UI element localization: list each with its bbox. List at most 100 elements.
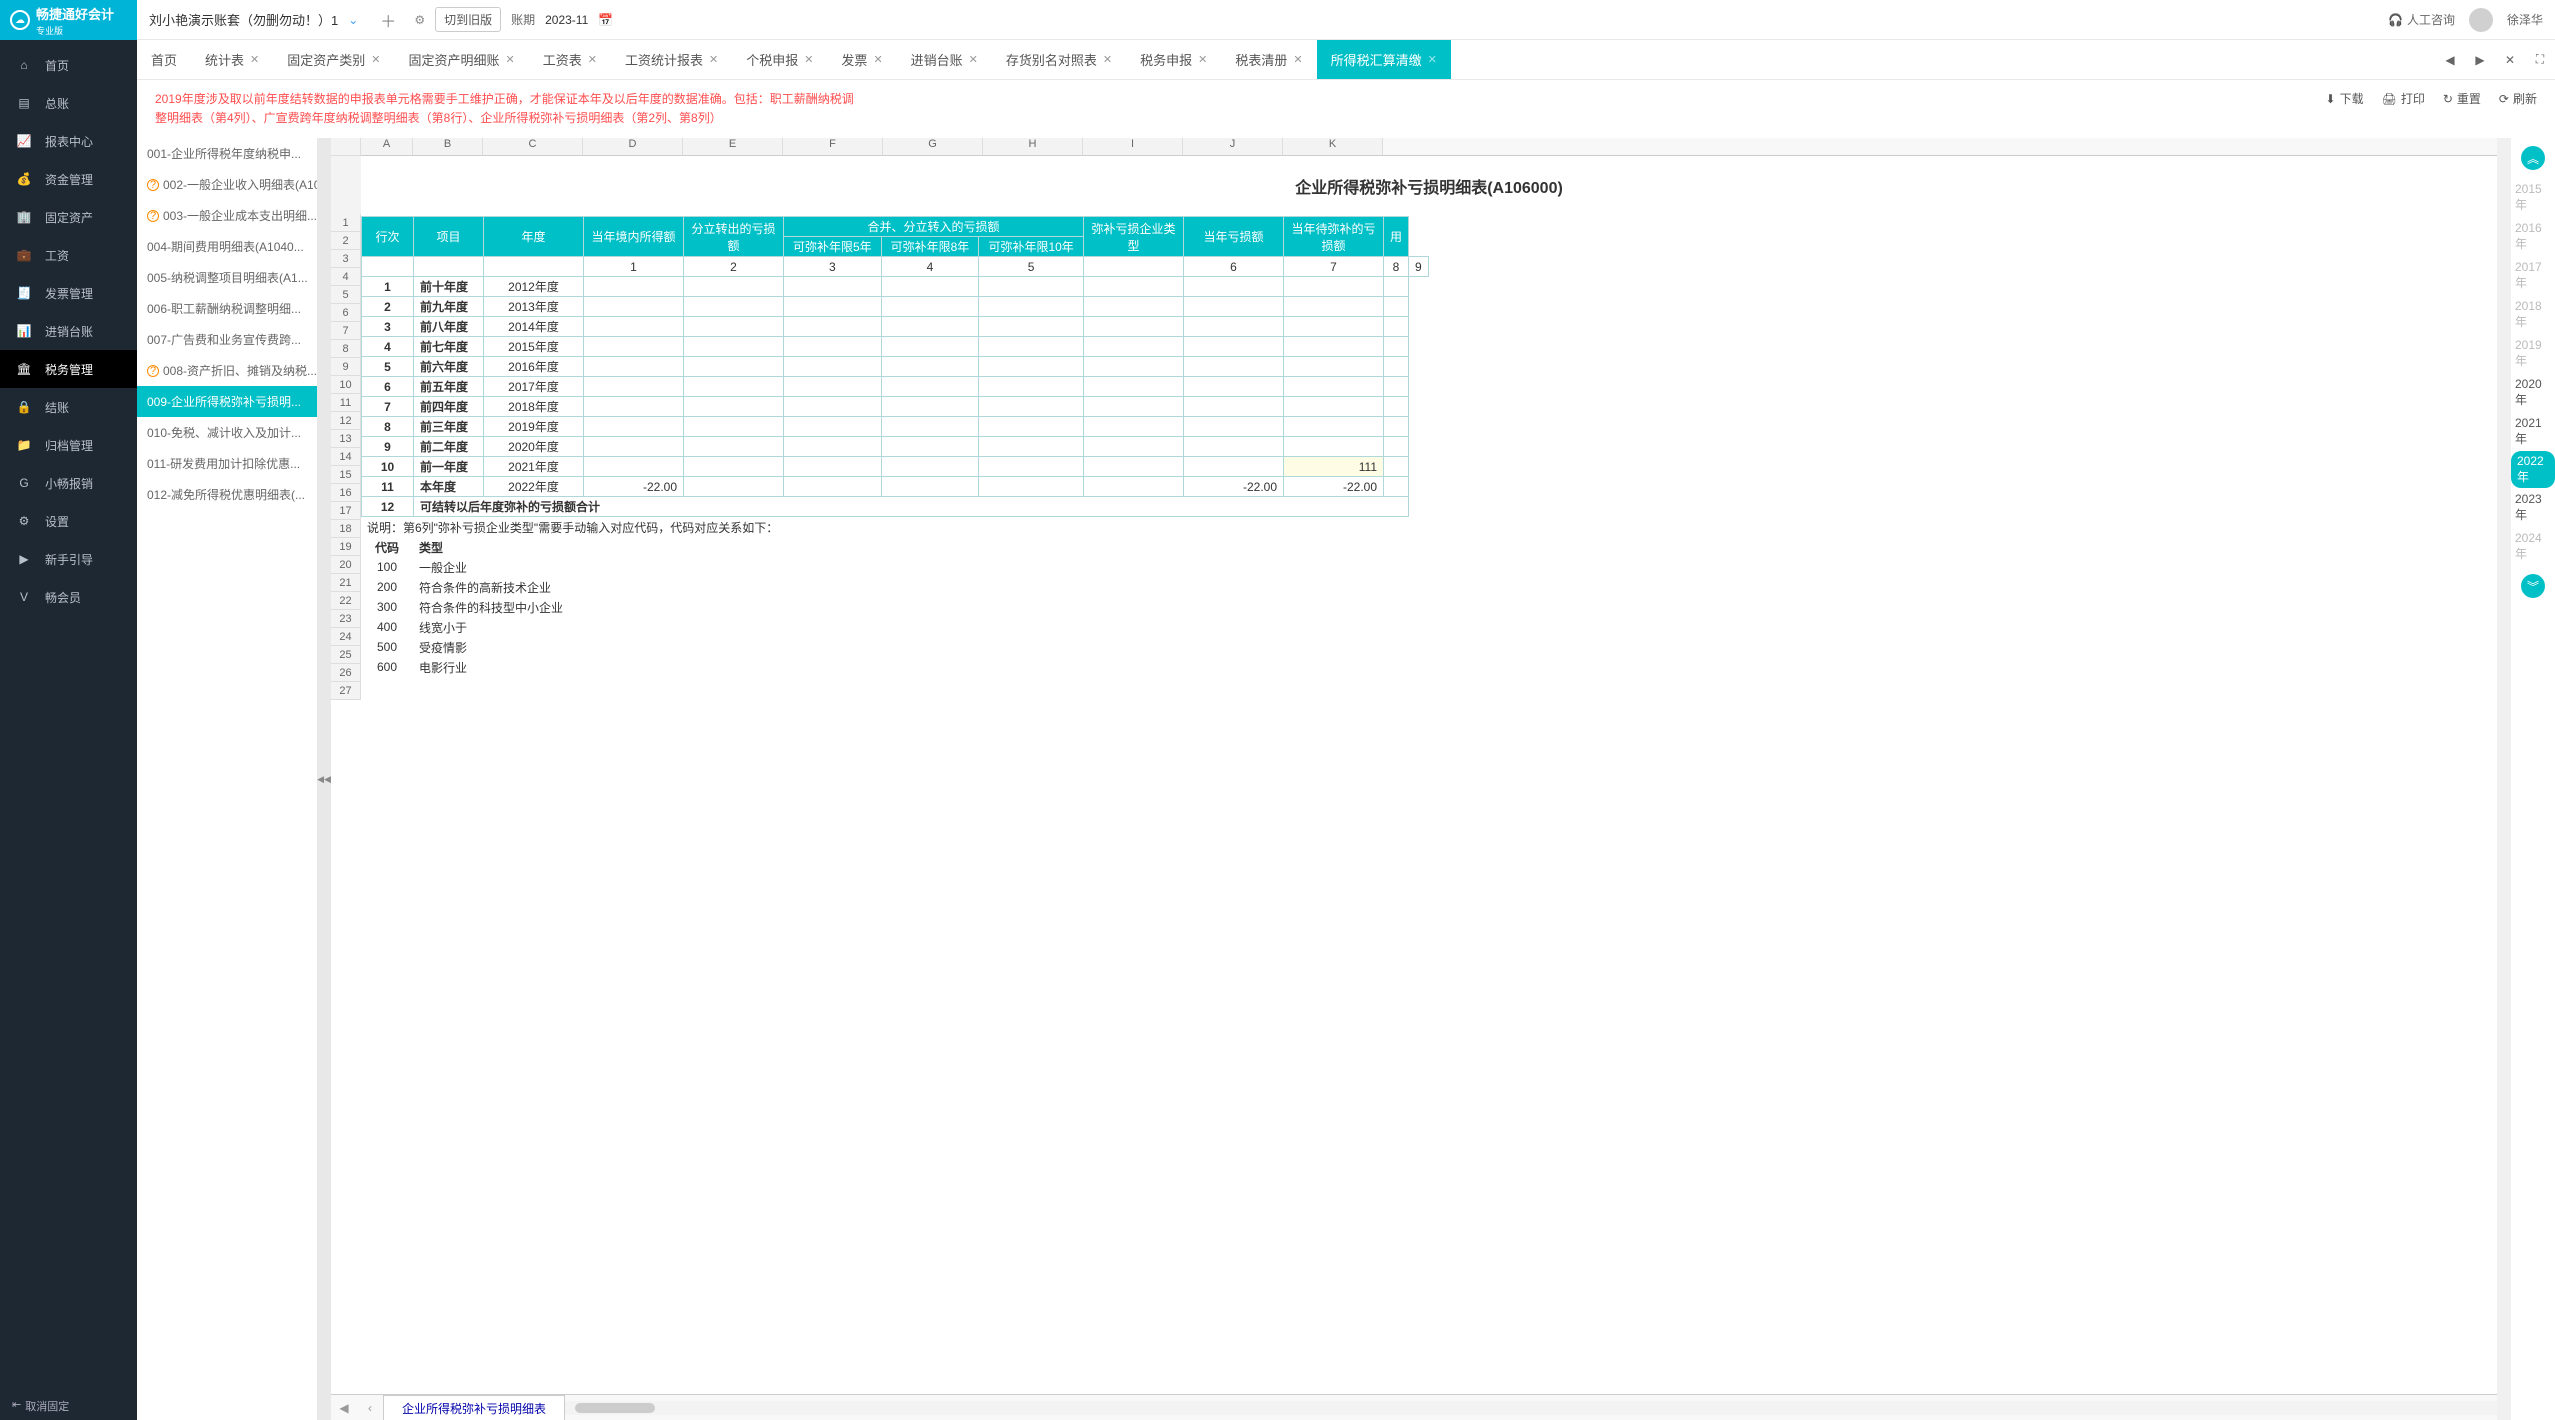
- avatar[interactable]: [2469, 8, 2493, 32]
- nav-item-invoice[interactable]: 🧾发票管理: [0, 274, 137, 312]
- close-icon[interactable]: ✕: [250, 53, 259, 66]
- tab-fullscreen[interactable]: ⛶: [2525, 45, 2555, 75]
- vertical-scrollbar[interactable]: [2497, 138, 2511, 1420]
- form-item-6[interactable]: 007-广告费和业务宣传费跨...: [137, 324, 317, 355]
- form-item-11[interactable]: 012-减免所得税优惠明细表(...: [137, 479, 317, 510]
- year-item[interactable]: 2017年: [2511, 256, 2555, 295]
- close-icon[interactable]: ✕: [1428, 53, 1437, 66]
- row-header[interactable]: 10: [331, 376, 361, 394]
- col-header[interactable]: H: [983, 138, 1083, 155]
- nav-item-asset[interactable]: 🏢固定资产: [0, 198, 137, 236]
- col-header[interactable]: I: [1083, 138, 1183, 155]
- row-header[interactable]: 4: [331, 268, 361, 286]
- nav-item-close[interactable]: 🔒结账: [0, 388, 137, 426]
- row-header[interactable]: 21: [331, 574, 361, 592]
- form-item-0[interactable]: 001-企业所得税年度纳税申...: [137, 138, 317, 169]
- tab-scroll-left[interactable]: ◀: [2435, 45, 2465, 75]
- year-down-button[interactable]: ︾: [2521, 574, 2545, 598]
- tab-5[interactable]: 工资统计报表✕: [611, 40, 732, 79]
- row-header[interactable]: 27: [331, 682, 361, 700]
- year-up-button[interactable]: ︽: [2521, 146, 2545, 170]
- form-item-9[interactable]: 010-免税、减计收入及加计...: [137, 417, 317, 448]
- form-item-8[interactable]: 009-企业所得税弥补亏损明...: [137, 386, 317, 417]
- row-header[interactable]: 26: [331, 664, 361, 682]
- calendar-icon[interactable]: 📅: [598, 13, 613, 27]
- chevron-down-icon[interactable]: ⌄: [348, 13, 358, 27]
- close-icon[interactable]: ✕: [506, 53, 515, 66]
- refresh-button[interactable]: ⟳刷新: [2499, 90, 2537, 107]
- row-header[interactable]: 18: [331, 520, 361, 538]
- nav-item-fund[interactable]: 💰资金管理: [0, 160, 137, 198]
- row-header[interactable]: 11: [331, 394, 361, 412]
- year-item[interactable]: 2016年: [2511, 217, 2555, 256]
- row-header[interactable]: 1: [331, 214, 361, 232]
- col-header[interactable]: B: [413, 138, 483, 155]
- nav-item-salary[interactable]: 💼工资: [0, 236, 137, 274]
- tab-3[interactable]: 固定资产明细账✕: [394, 40, 528, 79]
- year-item[interactable]: 2024年: [2511, 527, 2555, 566]
- row-header[interactable]: 12: [331, 412, 361, 430]
- tab-0[interactable]: 首页: [137, 40, 191, 79]
- form-item-10[interactable]: 011-研发费用加计扣除优惠...: [137, 448, 317, 479]
- nav-item-guide[interactable]: ▶新手引导: [0, 540, 137, 578]
- year-item[interactable]: 2021年: [2511, 412, 2555, 451]
- row-header[interactable]: 17: [331, 502, 361, 520]
- sheet-tab-prev[interactable]: ‹: [357, 1401, 383, 1415]
- year-item[interactable]: 2023年: [2511, 488, 2555, 527]
- row-header[interactable]: 22: [331, 592, 361, 610]
- row-header[interactable]: 15: [331, 466, 361, 484]
- row-header[interactable]: 19: [331, 538, 361, 556]
- tab-11[interactable]: 税表清册✕: [1221, 40, 1316, 79]
- nav-item-report[interactable]: 📈报表中心: [0, 122, 137, 160]
- tab-1[interactable]: 统计表✕: [191, 40, 273, 79]
- reset-button[interactable]: ↻重置: [2443, 90, 2481, 107]
- row-header[interactable]: 24: [331, 628, 361, 646]
- row-header[interactable]: 8: [331, 340, 361, 358]
- row-header[interactable]: 7: [331, 322, 361, 340]
- tab-8[interactable]: 进销台账✕: [897, 40, 992, 79]
- consult-button[interactable]: 🎧 人工咨询: [2388, 11, 2455, 28]
- nav-item-stock[interactable]: 📊进销台账: [0, 312, 137, 350]
- close-icon[interactable]: ✕: [1103, 53, 1112, 66]
- year-item[interactable]: 2019年: [2511, 334, 2555, 373]
- nav-item-archive[interactable]: 📁归档管理: [0, 426, 137, 464]
- tab-scroll-right[interactable]: ▶: [2465, 45, 2495, 75]
- row-header[interactable]: 3: [331, 250, 361, 268]
- tab-2[interactable]: 固定资产类别✕: [273, 40, 394, 79]
- sheet-tab-first[interactable]: ◀: [331, 1401, 357, 1415]
- close-icon[interactable]: ✕: [804, 53, 813, 66]
- year-item[interactable]: 2020年: [2511, 373, 2555, 412]
- col-header[interactable]: C: [483, 138, 583, 155]
- download-button[interactable]: ⬇下载: [2326, 90, 2364, 107]
- tab-9[interactable]: 存货别名对照表✕: [992, 40, 1126, 79]
- horizontal-scrollbar[interactable]: [565, 1401, 2497, 1415]
- sheet-tab[interactable]: 企业所得税弥补亏损明细表: [383, 1395, 565, 1420]
- row-header[interactable]: 6: [331, 304, 361, 322]
- account-set-name[interactable]: 刘小艳演示账套（勿删勿动！）1: [149, 10, 338, 29]
- year-item[interactable]: 2022年: [2511, 451, 2555, 488]
- form-item-1[interactable]: ?002-一般企业收入明细表(A10...: [137, 169, 317, 200]
- close-icon[interactable]: ✕: [969, 53, 978, 66]
- form-item-7[interactable]: ?008-资产折旧、摊销及纳税...: [137, 355, 317, 386]
- row-header[interactable]: 16: [331, 484, 361, 502]
- tab-7[interactable]: 发票✕: [827, 40, 896, 79]
- tab-6[interactable]: 个税申报✕: [732, 40, 827, 79]
- year-item[interactable]: 2015年: [2511, 178, 2555, 217]
- row-header[interactable]: 5: [331, 286, 361, 304]
- row-header[interactable]: 9: [331, 358, 361, 376]
- col-header[interactable]: E: [683, 138, 783, 155]
- settings-icon[interactable]: ⚙: [414, 13, 425, 27]
- close-icon[interactable]: ✕: [588, 53, 597, 66]
- year-item[interactable]: 2018年: [2511, 295, 2555, 334]
- nav-item-settings[interactable]: ⚙设置: [0, 502, 137, 540]
- close-icon[interactable]: ✕: [709, 53, 718, 66]
- col-header[interactable]: D: [583, 138, 683, 155]
- row-header[interactable]: 20: [331, 556, 361, 574]
- close-icon[interactable]: ✕: [1198, 53, 1207, 66]
- nav-item-tax[interactable]: 🏛税务管理: [0, 350, 137, 388]
- form-item-4[interactable]: 005-纳税调整项目明细表(A1...: [137, 262, 317, 293]
- form-item-2[interactable]: ?003-一般企业成本支出明细...: [137, 200, 317, 231]
- close-icon[interactable]: ✕: [873, 53, 882, 66]
- old-version-button[interactable]: 切到旧版: [435, 7, 501, 32]
- period-value[interactable]: 2023-11: [545, 13, 588, 27]
